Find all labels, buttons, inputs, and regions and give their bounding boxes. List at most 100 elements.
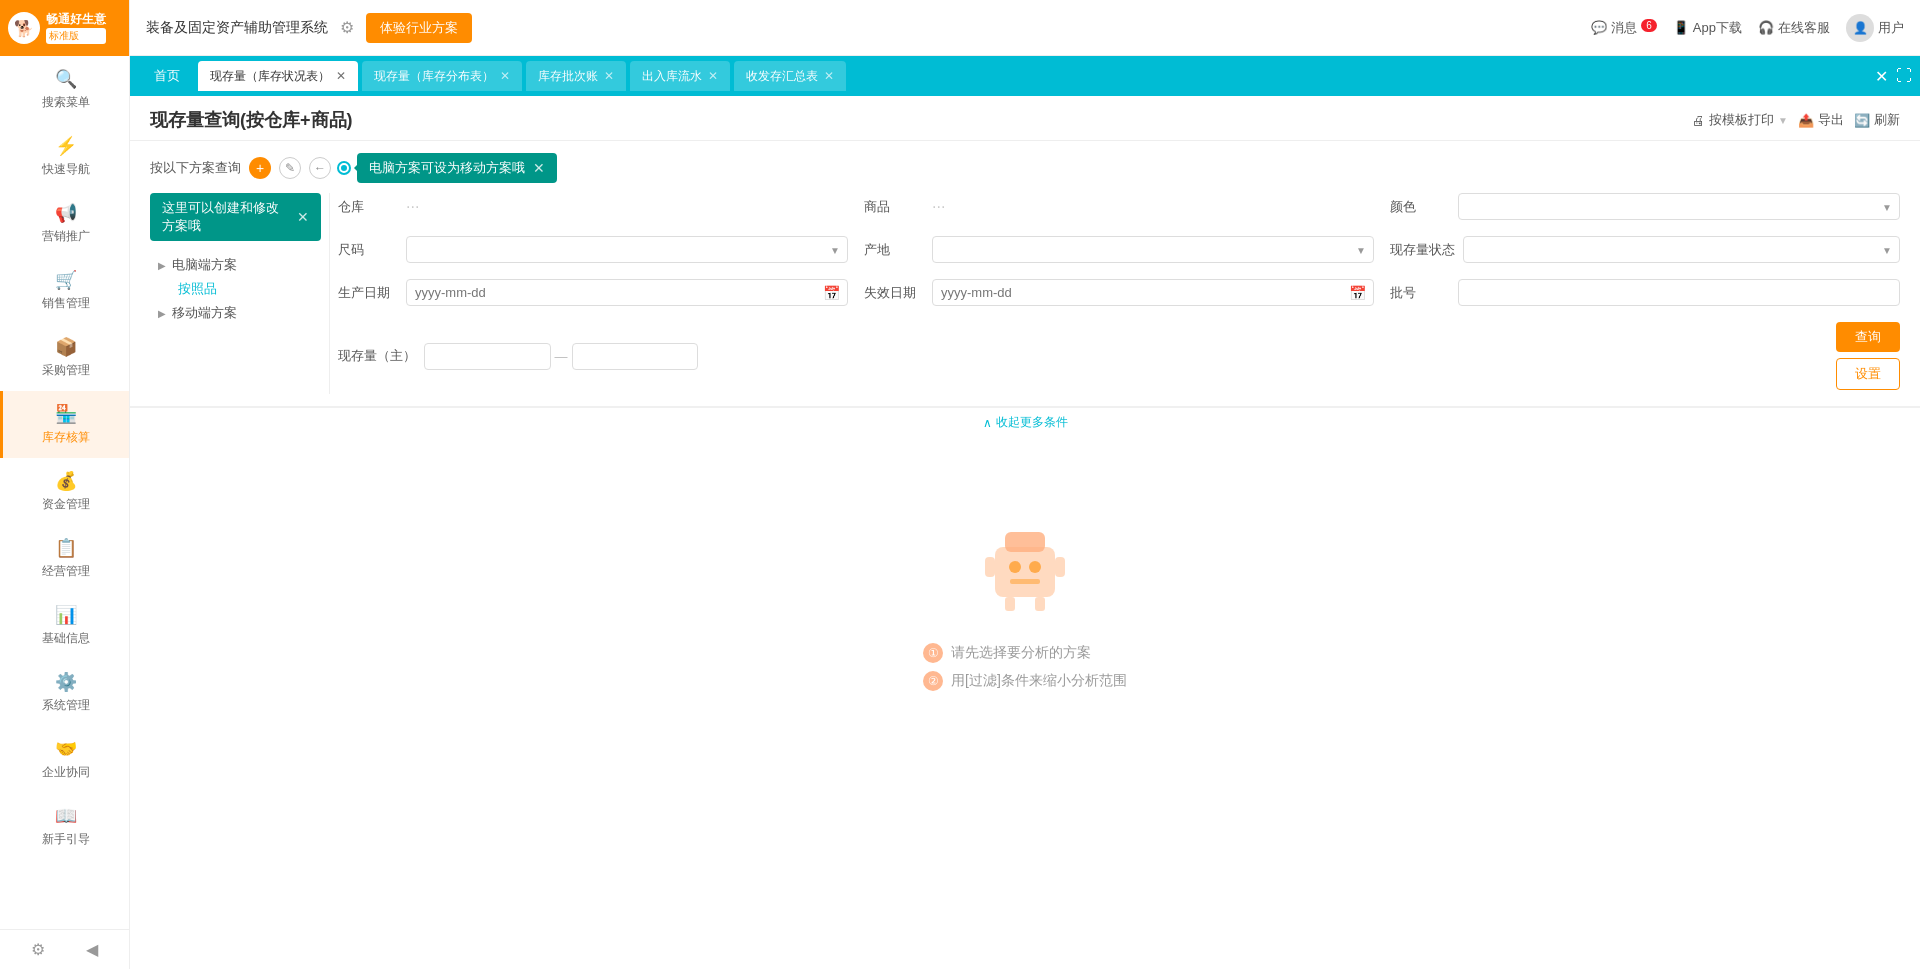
size-select-wrap: ▼ [406, 236, 848, 263]
export-btn[interactable]: 📤 导出 [1798, 111, 1844, 129]
filter-expire-date: 失效日期 📅 [864, 279, 1374, 306]
print-btn[interactable]: 🖨 按模板打印 ▼ [1692, 111, 1788, 129]
collapse-bar[interactable]: ∧ 收起更多条件 [130, 407, 1920, 437]
filter-add-btn[interactable]: + [249, 157, 271, 179]
origin-select[interactable] [932, 236, 1374, 263]
filter-color: 颜色 ▼ [1390, 193, 1900, 220]
sidebar-item-search[interactable]: 🔍 搜索菜单 [0, 56, 129, 123]
svg-rect-7 [1005, 597, 1015, 611]
tab-inv-dist-close[interactable]: ✕ [500, 69, 510, 83]
warehouse-label: 仓库 [338, 198, 398, 216]
sidebar-item-inventory[interactable]: 🏪 库存核算 [0, 391, 129, 458]
filter-scheme-tree: 这里可以创建和修改方案哦 ✕ ▶ 电脑端方案 按照品 [150, 193, 330, 394]
filter-header: 按以下方案查询 + ✎ ← 电脑方案可设为移动方案哦 ✕ [150, 153, 1900, 183]
tab-io-flow[interactable]: 出入库流水 ✕ [630, 61, 730, 91]
qty-from-input[interactable] [424, 343, 551, 370]
finance-nav-icon: 💰 [55, 470, 77, 492]
header-left: 装备及固定资产辅助管理系统 ⚙ 体验行业方案 [146, 13, 472, 43]
inventory-nav-icon: 🏪 [55, 403, 77, 425]
user-btn[interactable]: 👤 用户 [1846, 14, 1904, 42]
qty-range-sep: — [555, 349, 568, 364]
tab-close-all-icon[interactable]: ✕ [1875, 67, 1888, 86]
top-header: 装备及固定资产辅助管理系统 ⚙ 体验行业方案 💬 消息 6 📱 App下载 🎧 … [130, 0, 1920, 56]
scheme-mobile-node[interactable]: ▶ 移动端方案 [150, 301, 321, 325]
tab-io-flow-close[interactable]: ✕ [708, 69, 718, 83]
scheme-byproduct-node[interactable]: 按照品 [170, 277, 321, 301]
qty-to-input[interactable] [572, 343, 699, 370]
pc-tooltip-close[interactable]: ✕ [533, 160, 545, 176]
inv-status-select[interactable] [1463, 236, 1900, 263]
sidebar-settings-icon[interactable]: ⚙ [31, 940, 45, 959]
expire-date-label: 失效日期 [864, 284, 924, 302]
tab-inv-status-close[interactable]: ✕ [336, 69, 346, 83]
scheme-tooltip-close[interactable]: ✕ [297, 209, 309, 225]
filter-grid-row1: 仓库 ··· 商品 ··· 颜色 ▼ [338, 193, 1900, 228]
empty-tip-2: ② 用[过滤]条件来缩小分析范围 [923, 671, 1127, 691]
filter-edit-btn[interactable]: ✎ [279, 157, 301, 179]
svg-rect-6 [1055, 557, 1065, 577]
tab-recv-summary-label: 收发存汇总表 [746, 68, 818, 85]
reset-button[interactable]: 设置 [1836, 358, 1900, 390]
expire-date-input[interactable] [932, 279, 1374, 306]
logo-icon: 🐕 [8, 12, 40, 44]
sidebar-item-operations[interactable]: 📋 经营管理 [0, 525, 129, 592]
message-badge: 6 [1641, 19, 1657, 32]
pc-scheme-tooltip: 电脑方案可设为移动方案哦 ✕ [357, 153, 557, 183]
tab-home[interactable]: 首页 [138, 56, 196, 96]
scheme-pc-node[interactable]: ▶ 电脑端方案 [150, 253, 321, 277]
message-btn[interactable]: 💬 消息 6 [1591, 19, 1657, 37]
filter-back-btn[interactable]: ← [309, 157, 331, 179]
sidebar-item-system[interactable]: ⚙️ 系统管理 [0, 659, 129, 726]
tab-recv-summary[interactable]: 收发存汇总表 ✕ [734, 61, 846, 91]
warehouse-dots[interactable]: ··· [406, 198, 419, 216]
batch-input[interactable] [1458, 279, 1900, 306]
sidebar-collapse-icon[interactable]: ◀ [86, 940, 98, 959]
tab-inv-batch[interactable]: 库存批次账 ✕ [526, 61, 626, 91]
size-label: 尺码 [338, 241, 398, 259]
sidebar-item-corp[interactable]: 🤝 企业协同 [0, 726, 129, 793]
marketing-nav-icon: 📢 [55, 202, 77, 224]
sidebar-item-label: 经营管理 [42, 563, 90, 580]
message-icon: 💬 [1591, 20, 1607, 35]
sidebar-item-sales[interactable]: 🛒 销售管理 [0, 257, 129, 324]
sidebar-item-label: 采购管理 [42, 362, 90, 379]
filter-product: 商品 ··· [864, 193, 1374, 220]
scheme-tooltip: 这里可以创建和修改方案哦 ✕ [150, 193, 321, 241]
service-btn[interactable]: 🎧 在线客服 [1758, 19, 1830, 37]
page-actions: 🖨 按模板打印 ▼ 📤 导出 🔄 刷新 [1692, 111, 1900, 129]
filter-grid-row2: 尺码 ▼ 产地 ▼ [338, 236, 1900, 271]
pc-sub-schemes: 按照品 [150, 277, 321, 301]
sidebar-item-base[interactable]: 📊 基础信息 [0, 592, 129, 659]
sidebar-item-guide[interactable]: 📖 新手引导 [0, 793, 129, 860]
print-label: 按模板打印 [1709, 111, 1774, 129]
sidebar-item-quick[interactable]: ⚡ 快速导航 [0, 123, 129, 190]
origin-select-wrap: ▼ [932, 236, 1374, 263]
inv-status-select-wrap: ▼ [1463, 236, 1900, 263]
tab-expand-icon[interactable]: ⛶ [1896, 67, 1912, 86]
trial-button[interactable]: 体验行业方案 [366, 13, 472, 43]
sidebar-item-finance[interactable]: 💰 资金管理 [0, 458, 129, 525]
size-select[interactable] [406, 236, 848, 263]
sidebar-item-purchase[interactable]: 📦 采购管理 [0, 324, 129, 391]
color-select[interactable] [1458, 193, 1900, 220]
product-dots[interactable]: ··· [932, 198, 945, 216]
refresh-btn[interactable]: 🔄 刷新 [1854, 111, 1900, 129]
tab-recv-summary-close[interactable]: ✕ [824, 69, 834, 83]
tab-inv-dist-label: 现存量（库存分布表） [374, 68, 494, 85]
sidebar-item-marketing[interactable]: 📢 营销推广 [0, 190, 129, 257]
tab-inv-batch-close[interactable]: ✕ [604, 69, 614, 83]
app-label: App下载 [1693, 19, 1742, 37]
mobile-scheme-label: 移动端方案 [172, 304, 237, 322]
app-download-btn[interactable]: 📱 App下载 [1673, 19, 1742, 37]
header-settings-icon[interactable]: ⚙ [340, 18, 354, 37]
pc-scheme-label: 电脑端方案 [172, 256, 237, 274]
tab-inv-dist[interactable]: 现存量（库存分布表） ✕ [362, 61, 522, 91]
filter-size: 尺码 ▼ [338, 236, 848, 263]
produce-date-input[interactable] [406, 279, 848, 306]
search-button[interactable]: 查询 [1836, 322, 1900, 352]
base-nav-icon: 📊 [55, 604, 77, 626]
sidebar-item-label: 搜索菜单 [42, 94, 90, 111]
export-icon: 📤 [1798, 113, 1814, 128]
sidebar-item-label: 销售管理 [42, 295, 90, 312]
tab-inv-status[interactable]: 现存量（库存状况表） ✕ [198, 61, 358, 91]
